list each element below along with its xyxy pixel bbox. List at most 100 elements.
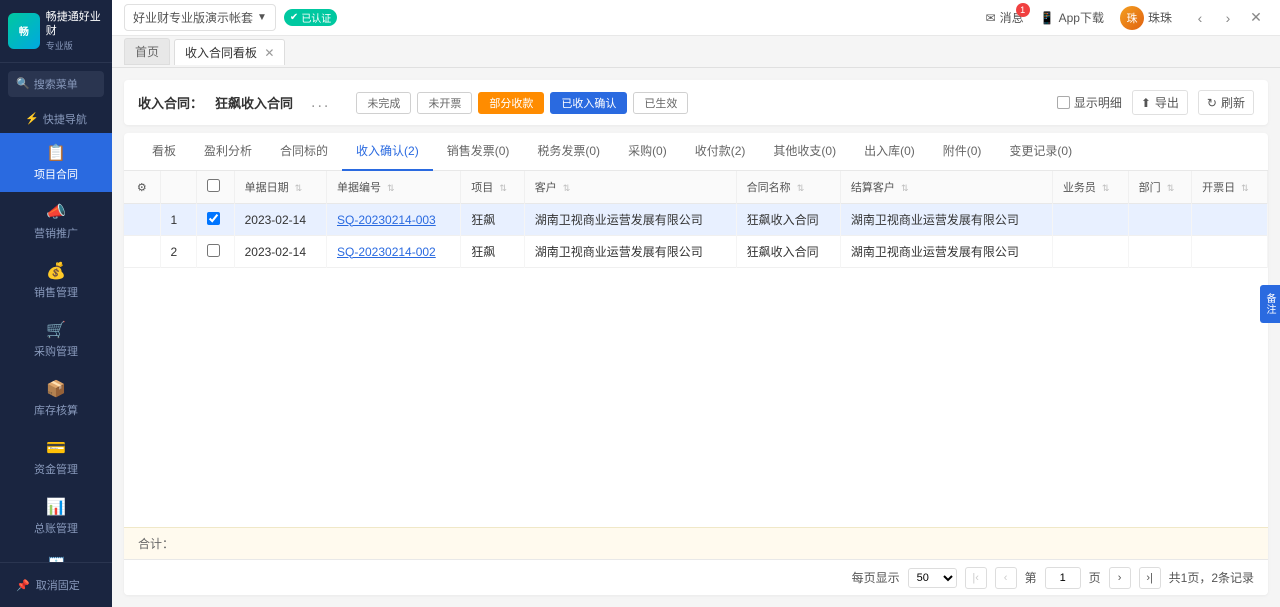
settlement-column-header[interactable]: 结算客户 ⇅ xyxy=(840,171,1052,204)
sub-tab-board[interactable]: 看板 xyxy=(138,133,190,171)
pin-icon: 📌 xyxy=(16,579,30,592)
sub-tab-income-confirm[interactable]: 收入确认(2) xyxy=(342,133,433,171)
sidebar-item-general[interactable]: 📊 总账管理 xyxy=(0,487,112,546)
project-icon: 📋 xyxy=(46,143,66,163)
tab-home[interactable]: 首页 xyxy=(124,38,170,65)
project-column-header[interactable]: 项目 ⇅ xyxy=(461,171,524,204)
unpin-label: 取消固定 xyxy=(36,577,80,593)
row2-num: 2 xyxy=(160,236,196,268)
next-page-button[interactable]: › xyxy=(1109,567,1131,589)
sub-tab-purchase[interactable]: 采购(0) xyxy=(614,133,681,171)
tab-income-contract[interactable]: 收入合同看板 ✕ xyxy=(174,39,285,65)
sub-tab-profit[interactable]: 盈利分析 xyxy=(190,133,266,171)
sort-project-icon: ⇅ xyxy=(499,183,507,193)
side-note-panel[interactable]: 备注 xyxy=(1260,285,1280,323)
sub-tab-attachment[interactable]: 附件(0) xyxy=(929,133,996,171)
sidebar-item-purchase[interactable]: 🛒 采购管理 xyxy=(0,310,112,369)
check-column-header[interactable] xyxy=(196,171,234,204)
per-page-select[interactable]: 20 50 100 xyxy=(908,568,957,588)
status-effective[interactable]: 已生效 xyxy=(633,92,688,114)
sidebar-item-marketing[interactable]: 📣 营销推广 xyxy=(0,192,112,251)
sidebar-item-label: 销售管理 xyxy=(34,284,78,300)
row1-code[interactable]: SQ-20230214-003 xyxy=(326,204,460,236)
row2-code[interactable]: SQ-20230214-002 xyxy=(326,236,460,268)
export-button[interactable]: ⬆ 导出 xyxy=(1132,90,1188,115)
page-input[interactable] xyxy=(1045,567,1081,589)
nav-back-button[interactable]: ‹ xyxy=(1188,6,1212,30)
certified-label: 已认证 xyxy=(301,10,331,25)
code-column-header[interactable]: 单据编号 ⇅ xyxy=(326,171,460,204)
search-menu-button[interactable]: 🔍 搜索菜单 xyxy=(8,71,104,97)
status-incomplete[interactable]: 未完成 xyxy=(356,92,411,114)
contract-name-column-header[interactable]: 合同名称 ⇅ xyxy=(736,171,840,204)
sidebar-bottom: 📌 取消固定 xyxy=(0,562,112,607)
first-page-button[interactable]: |‹ xyxy=(965,567,987,589)
open-date-column-header[interactable]: 开票日 ⇅ xyxy=(1192,171,1268,204)
sidebar-item-invoice[interactable]: 🧾 发票管理 xyxy=(0,546,112,562)
table-row[interactable]: 1 2023-02-14 SQ-20230214-003 狂飙 湖南卫视商业运营… xyxy=(124,204,1268,236)
sidebar-item-project[interactable]: 📋 项目合同 xyxy=(0,133,112,192)
status-buttons: 未完成 未开票 部分收款 已收入确认 已生效 xyxy=(356,92,688,114)
close-button[interactable]: ✕ xyxy=(1244,6,1268,30)
sub-tab-warehouse[interactable]: 出入库(0) xyxy=(850,133,929,171)
sidebar-item-sales[interactable]: 💰 销售管理 xyxy=(0,251,112,310)
sort-code-icon: ⇅ xyxy=(387,183,395,193)
sub-tab-contract-standard[interactable]: 合同标的 xyxy=(266,133,342,171)
sub-tab-other-income[interactable]: 其他收支(0) xyxy=(759,133,850,171)
row1-date: 2023-02-14 xyxy=(234,204,326,236)
sub-tab-change-log[interactable]: 变更记录(0) xyxy=(995,133,1086,171)
more-options-button[interactable]: ... xyxy=(305,92,336,114)
table-wrap: ⚙ 单据日期 ⇅ 单据编号 ⇅ 项目 ⇅ 客户 ⇅ 合同名称 ⇅ 结算客户 ⇅ … xyxy=(124,171,1268,527)
user-profile[interactable]: 珠 珠珠 xyxy=(1120,6,1172,30)
settings-column-header[interactable]: ⚙ xyxy=(124,171,160,204)
date-column-header[interactable]: 单据日期 ⇅ xyxy=(234,171,326,204)
sort-salesperson-icon: ⇅ xyxy=(1102,183,1110,193)
refresh-button[interactable]: ↻ 刷新 xyxy=(1198,90,1254,115)
status-uninvoiced[interactable]: 未开票 xyxy=(417,92,472,114)
window-controls: ‹ › ✕ xyxy=(1188,6,1268,30)
sort-department-icon: ⇅ xyxy=(1167,183,1175,193)
tab-close-icon[interactable]: ✕ xyxy=(264,46,274,60)
row2-settings[interactable] xyxy=(124,236,160,268)
sidebar-item-inventory[interactable]: 📦 库存核算 xyxy=(0,369,112,428)
search-icon: 🔍 xyxy=(16,77,30,90)
sidebar-nav: 📋 项目合同 📣 营销推广 💰 销售管理 🛒 采购管理 📦 库存核算 💳 资金管… xyxy=(0,133,112,562)
row1-checkbox[interactable] xyxy=(207,212,220,225)
page-label: 第 xyxy=(1025,569,1037,586)
sidebar-item-quicknav[interactable]: ⚡ 快捷导航 xyxy=(0,105,112,133)
tab-home-label: 首页 xyxy=(135,45,159,59)
message-button[interactable]: ✉ 1 消息 xyxy=(986,9,1024,26)
search-label: 搜索菜单 xyxy=(34,76,78,92)
checkbox-icon[interactable] xyxy=(1057,96,1070,109)
row1-settings[interactable] xyxy=(124,204,160,236)
row1-check[interactable] xyxy=(196,204,234,236)
last-page-button[interactable]: ›| xyxy=(1139,567,1161,589)
sidebar-item-fund[interactable]: 💳 资金管理 xyxy=(0,428,112,487)
company-selector[interactable]: 好业财专业版演示帐套 ▼ xyxy=(124,4,276,31)
salesperson-column-header[interactable]: 业务员 ⇅ xyxy=(1052,171,1128,204)
message-icon: ✉ xyxy=(986,11,996,25)
sub-tab-sales-invoice[interactable]: 销售发票(0) xyxy=(433,133,524,171)
select-all-checkbox[interactable] xyxy=(207,179,220,192)
nav-forward-button[interactable]: › xyxy=(1216,6,1240,30)
unpin-button[interactable]: 📌 取消固定 xyxy=(8,571,104,599)
prev-page-button[interactable]: ‹ xyxy=(995,567,1017,589)
row2-check[interactable] xyxy=(196,236,234,268)
app-download-button[interactable]: 📱 App下载 xyxy=(1040,9,1104,26)
row2-department xyxy=(1128,236,1191,268)
num-column-header xyxy=(160,171,196,204)
topbar: 好业财专业版演示帐套 ▼ ✔ 已认证 ✉ 1 消息 📱 App下载 珠 珠珠 ‹ xyxy=(112,0,1280,36)
department-column-header[interactable]: 部门 ⇅ xyxy=(1128,171,1191,204)
sub-tab-payment[interactable]: 收付款(2) xyxy=(681,133,760,171)
status-confirmed[interactable]: 已收入确认 xyxy=(550,92,627,114)
show-detail-checkbox[interactable]: 显示明细 xyxy=(1057,94,1122,111)
sub-tab-tax-invoice[interactable]: 税务发票(0) xyxy=(523,133,614,171)
row2-checkbox[interactable] xyxy=(207,244,220,257)
notification-badge: 1 xyxy=(1016,3,1030,17)
status-partial-received[interactable]: 部分收款 xyxy=(478,92,544,114)
customer-column-header[interactable]: 客户 ⇅ xyxy=(524,171,736,204)
sidebar-search-area: 🔍 搜索菜单 xyxy=(0,63,112,105)
row2-project: 狂飙 xyxy=(461,236,524,268)
row2-date: 2023-02-14 xyxy=(234,236,326,268)
table-row[interactable]: 2 2023-02-14 SQ-20230214-002 狂飙 湖南卫视商业运营… xyxy=(124,236,1268,268)
